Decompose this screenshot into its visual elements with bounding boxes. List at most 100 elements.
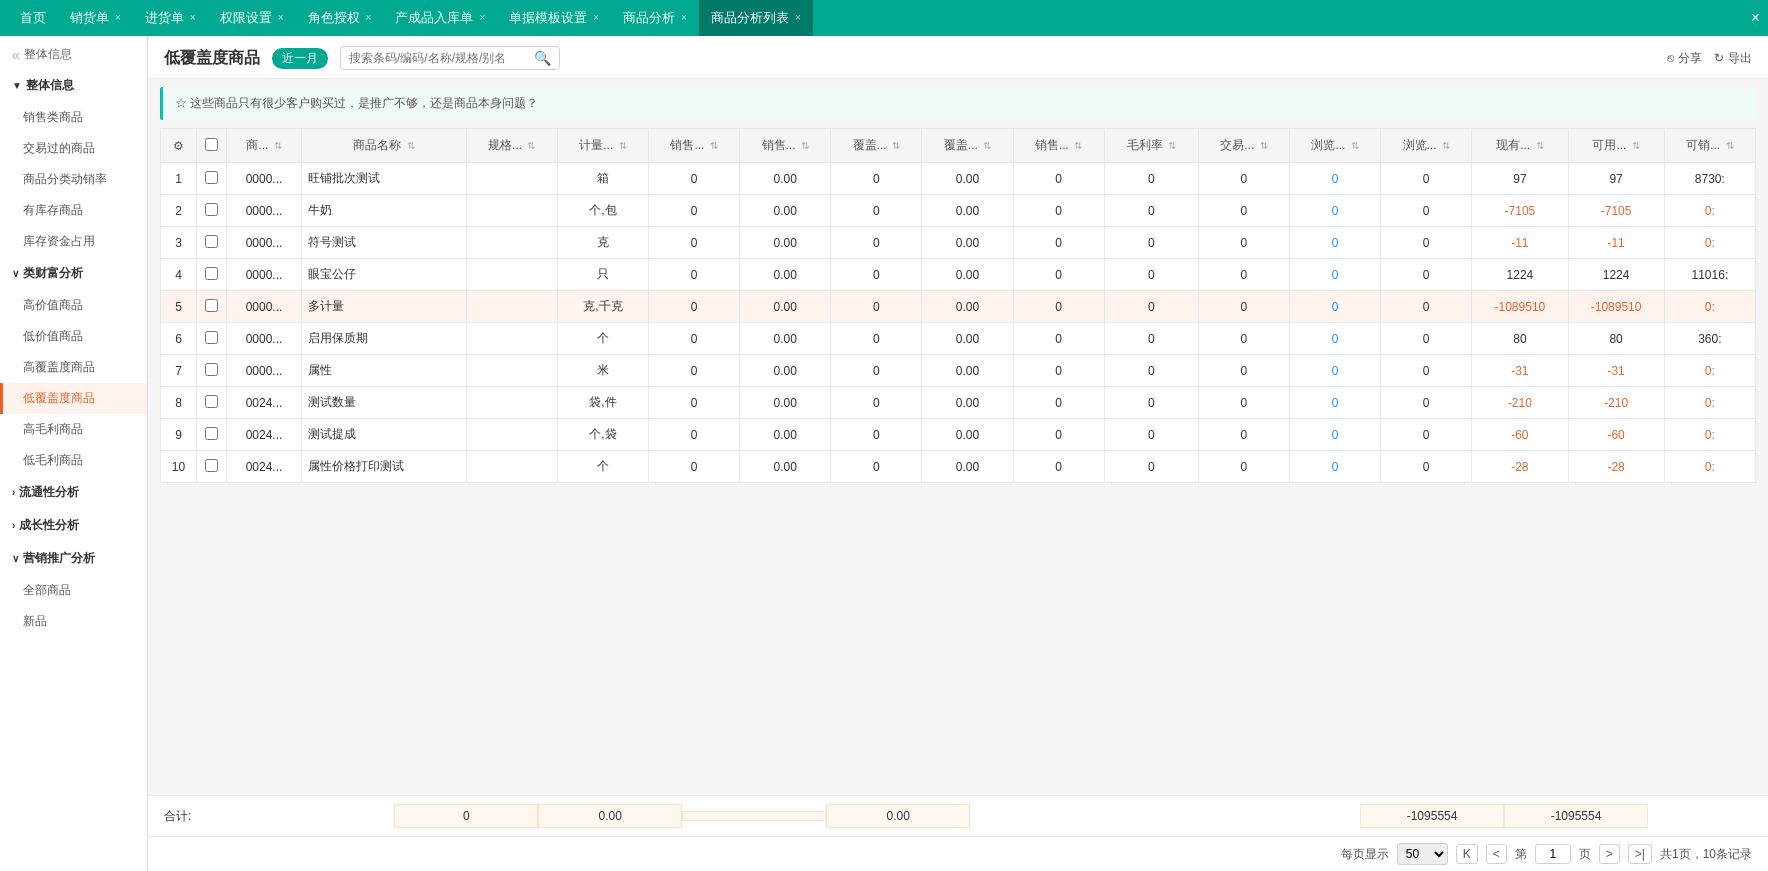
sidebar-section-wealth[interactable]: ∨ 类财富分析 — [0, 257, 147, 290]
row-unit: 只 — [557, 259, 648, 291]
first-page-button[interactable]: K — [1456, 844, 1478, 864]
th-browse2[interactable]: 浏览... ⇅ — [1381, 129, 1472, 163]
th-sales2[interactable]: 销售... ⇅ — [740, 129, 831, 163]
browse-link[interactable]: 0 — [1332, 396, 1339, 410]
th-sales1[interactable]: 销售... ⇅ — [648, 129, 739, 163]
th-sales3[interactable]: 销售... ⇅ — [1013, 129, 1104, 163]
nav-item-sales[interactable]: 销货单 × — [58, 0, 133, 36]
row-checkbox[interactable] — [205, 363, 218, 376]
table-row: 90024...测试提成个,袋00.0000.0000000-60-600: — [161, 419, 1756, 451]
sidebar-section-overall[interactable]: ▼ 整体信息 — [0, 69, 147, 102]
nav-close-product-analysis[interactable]: × — [681, 0, 687, 36]
share-button[interactable]: ⎋ 分享 — [1667, 50, 1702, 67]
th-gross-margin[interactable]: 毛利率 ⇅ — [1104, 129, 1198, 163]
nav-item-product-entry[interactable]: 产成品入库单 × — [383, 0, 497, 36]
sidebar-section-marketing[interactable]: ∨ 营销推广分析 — [0, 542, 147, 575]
browse-link[interactable]: 0 — [1332, 428, 1339, 442]
last-page-button[interactable]: >| — [1628, 844, 1652, 864]
browse-link[interactable]: 0 — [1332, 236, 1339, 250]
row-checkbox[interactable] — [205, 427, 218, 440]
th-browse1[interactable]: 浏览... ⇅ — [1289, 129, 1380, 163]
sidebar-section-liquidity[interactable]: › 流通性分析 — [0, 476, 147, 509]
th-settings[interactable]: ⚙ — [161, 129, 197, 163]
th-name[interactable]: 商品名称 ⇅ — [302, 129, 467, 163]
nav-close-product-entry[interactable]: × — [479, 0, 485, 36]
sidebar-item-low-coverage[interactable]: 低覆盖度商品 — [0, 383, 147, 414]
sidebar-item-high-coverage[interactable]: 高覆盖度商品 — [0, 352, 147, 383]
sidebar-item-stock-capital[interactable]: 库存资金占用 — [0, 226, 147, 257]
browse-link[interactable]: 0 — [1332, 172, 1339, 186]
search-input[interactable] — [349, 51, 534, 65]
sidebar-item-all-goods[interactable]: 全部商品 — [0, 575, 147, 606]
time-filter-button[interactable]: 近一月 — [272, 48, 328, 69]
th-stock2[interactable]: 可用... ⇅ — [1568, 129, 1664, 163]
sidebar-item-new-goods[interactable]: 新品 — [0, 606, 147, 637]
nav-item-product-analysis[interactable]: 商品分析 × — [611, 0, 699, 36]
nav-item-role[interactable]: 角色授权 × — [296, 0, 384, 36]
prev-page-button[interactable]: < — [1486, 844, 1507, 864]
sidebar-item-low-margin[interactable]: 低毛利商品 — [0, 445, 147, 476]
row-stock3: 0: — [1664, 451, 1755, 483]
search-icon[interactable]: 🔍 — [534, 50, 551, 66]
export-button[interactable]: ↻ 导出 — [1714, 50, 1752, 67]
sidebar-item-category-rate[interactable]: 商品分类动销率 — [0, 164, 147, 195]
nav-close-sales[interactable]: × — [115, 0, 121, 36]
sidebar-item-low-value[interactable]: 低价值商品 — [0, 321, 147, 352]
row-gross-margin: 0 — [1104, 227, 1198, 259]
th-stock1[interactable]: 现有... ⇅ — [1472, 129, 1568, 163]
row-cover2: 0.00 — [922, 323, 1013, 355]
row-checkbox[interactable] — [205, 235, 218, 248]
row-trade: 0 — [1198, 195, 1289, 227]
sidebar-item-traded-goods[interactable]: 交易过的商品 — [0, 133, 147, 164]
nav-close-permission[interactable]: × — [278, 0, 284, 36]
row-stock2: 1224 — [1568, 259, 1664, 291]
collapse-arrow-icon[interactable]: « — [12, 47, 20, 63]
nav-item-analysis-list[interactable]: 商品分析列表 × — [699, 0, 813, 36]
row-checkbox[interactable] — [205, 171, 218, 184]
settings-icon[interactable]: ⚙ — [173, 139, 184, 153]
browse-link[interactable]: 0 — [1332, 300, 1339, 314]
row-sales1: 0 — [648, 259, 739, 291]
nav-close-all-button[interactable]: × — [1751, 9, 1760, 27]
nav-item-permission[interactable]: 权限设置 × — [208, 0, 296, 36]
page-number-input[interactable] — [1535, 844, 1571, 864]
nav-close-purchase[interactable]: × — [190, 0, 196, 36]
browse-link[interactable]: 0 — [1332, 332, 1339, 346]
th-cover2[interactable]: 覆盖... ⇅ — [922, 129, 1013, 163]
nav-close-template[interactable]: × — [593, 0, 599, 36]
th-stock3[interactable]: 可销... ⇅ — [1664, 129, 1755, 163]
nav-close-role[interactable]: × — [366, 0, 372, 36]
th-trade[interactable]: 交易... ⇅ — [1198, 129, 1289, 163]
row-name: 符号测试 — [302, 227, 467, 259]
next-page-button[interactable]: > — [1599, 844, 1620, 864]
row-unit: 袋,件 — [557, 387, 648, 419]
sidebar-item-high-value[interactable]: 高价值商品 — [0, 290, 147, 321]
sidebar-section-growth[interactable]: › 成长性分析 — [0, 509, 147, 542]
th-spec[interactable]: 规格... ⇅ — [466, 129, 557, 163]
sidebar-item-high-margin[interactable]: 高毛利商品 — [0, 414, 147, 445]
row-checkbox[interactable] — [205, 395, 218, 408]
nav-item-home[interactable]: 首页 — [8, 0, 58, 36]
row-checkbox[interactable] — [205, 459, 218, 472]
row-checkbox[interactable] — [205, 203, 218, 216]
browse-link[interactable]: 0 — [1332, 204, 1339, 218]
select-all-checkbox[interactable] — [205, 138, 218, 151]
sidebar-item-sales-goods[interactable]: 销售类商品 — [0, 102, 147, 133]
table-header-row: ⚙ 商... ⇅ 商品名称 ⇅ 规格... ⇅ 计量... ⇅ 销售... ⇅ … — [161, 129, 1756, 163]
row-name: 眼宝公仔 — [302, 259, 467, 291]
th-cover1[interactable]: 覆盖... ⇅ — [831, 129, 922, 163]
th-unit[interactable]: 计量... ⇅ — [557, 129, 648, 163]
browse-link[interactable]: 0 — [1332, 460, 1339, 474]
row-checkbox[interactable] — [205, 299, 218, 312]
nav-item-template[interactable]: 单据模板设置 × — [497, 0, 611, 36]
sidebar-item-stock-goods[interactable]: 有库存商品 — [0, 195, 147, 226]
page-size-select[interactable]: 20 50 100 200 — [1397, 843, 1448, 865]
th-checkbox[interactable] — [197, 129, 227, 163]
th-code[interactable]: 商... ⇅ — [227, 129, 302, 163]
row-checkbox[interactable] — [205, 267, 218, 280]
browse-link[interactable]: 0 — [1332, 364, 1339, 378]
nav-item-purchase[interactable]: 进货单 × — [133, 0, 208, 36]
browse-link[interactable]: 0 — [1332, 268, 1339, 282]
nav-close-analysis-list[interactable]: × — [795, 0, 801, 36]
row-checkbox[interactable] — [205, 331, 218, 344]
